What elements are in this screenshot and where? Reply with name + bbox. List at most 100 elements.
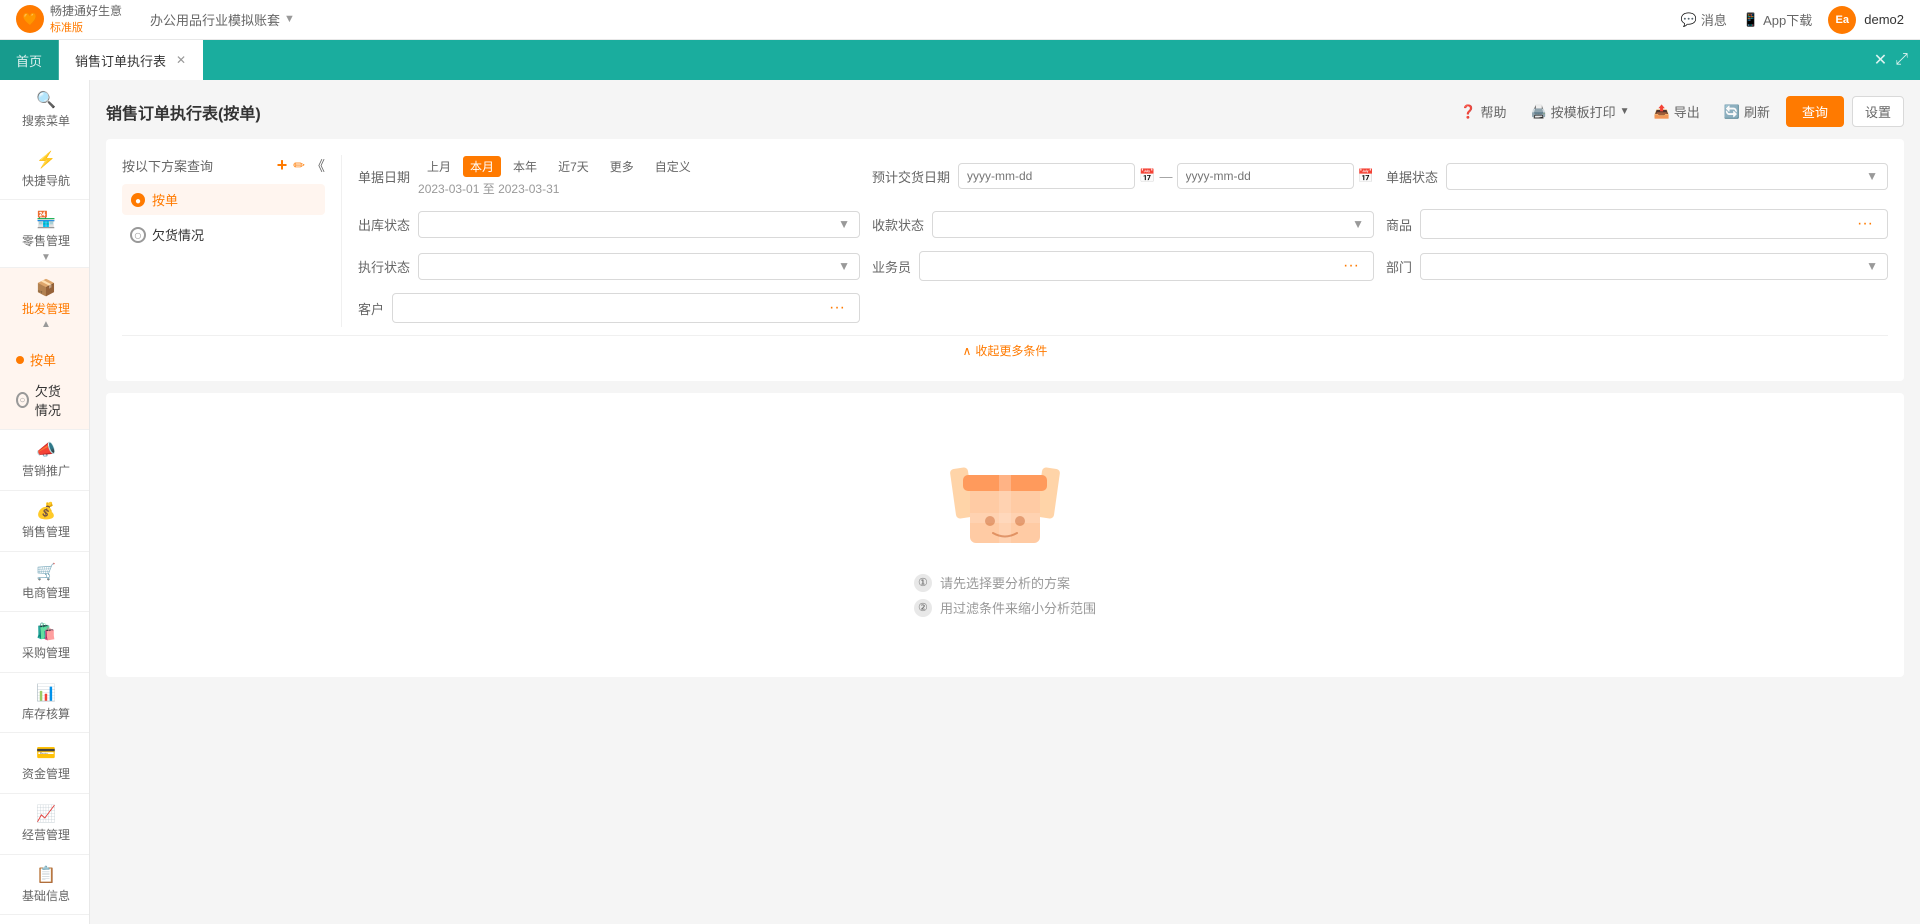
sidebar-section-marketing: 📣 营销推广 [0, 429, 89, 490]
refresh-icon: 🔄 [1724, 104, 1740, 120]
exec-status-label: 执行状态 [358, 257, 410, 276]
date-range-text: 2023-03-01 至 2023-03-31 [418, 180, 860, 197]
close-window-icon[interactable]: ✕ [1874, 50, 1887, 70]
tip-2-text: 用过滤条件来缩小分析范围 [940, 598, 1096, 617]
exec-status-select[interactable] [418, 253, 860, 280]
filter-sidebar-header: 按以下方案查询 + ✏ 《 [122, 155, 325, 176]
tab-home[interactable]: 首页 [0, 40, 59, 80]
page-content: 销售订单执行表(按单) ❓ 帮助 🖨️ 按模板打印 ▼ 📤 导出 [90, 80, 1920, 924]
sidebar-item-wholesale[interactable]: 📦 批发管理 ▲ [0, 268, 89, 341]
more-btn[interactable]: 更多 [601, 155, 643, 178]
expected-date-end[interactable] [1177, 163, 1354, 189]
settings-button[interactable]: 设置 [1852, 96, 1904, 127]
sidebar-item-retail[interactable]: 🏪 零售管理 ▼ [0, 200, 89, 267]
user-profile[interactable]: Ea demo2 [1828, 6, 1904, 34]
sidebar-item-label: 零售管理 [22, 234, 70, 250]
expected-date-start[interactable] [958, 163, 1135, 189]
tab-home-label: 首页 [16, 51, 42, 70]
sidebar-section-purchase: 🛍️ 采购管理 [0, 611, 89, 672]
exec-status-filter: 执行状态 ▼ [358, 253, 860, 280]
status-select-wrapper: ▼ [1446, 163, 1888, 190]
sidebar-item-label: 采购管理 [22, 646, 70, 662]
collection-status-label: 收款状态 [872, 215, 924, 234]
collapse-filter-button[interactable]: ∧ 收起更多条件 [122, 335, 1888, 365]
filter-panel: 按以下方案查询 + ✏ 《 ● 按单 [106, 139, 1904, 381]
product-more-button[interactable]: ··· [1853, 215, 1877, 233]
sidebar-item-purchase[interactable]: 🛍️ 采购管理 [0, 612, 89, 672]
tab-sales-order[interactable]: 销售订单执行表 ✕ [59, 40, 203, 80]
sidebar-item-basic-info[interactable]: 📋 基础信息 [0, 855, 89, 915]
sidebar-nav-label: 欠货情况 [35, 381, 73, 419]
custom-btn[interactable]: 自定义 [646, 155, 700, 178]
sidebar-nav-欠货情况[interactable]: ○ 欠货情况 [8, 375, 81, 425]
tab-sales-order-label: 销售订单执行表 [75, 51, 166, 70]
sidebar-item-system[interactable]: ⚙️ 系统管理 [0, 915, 89, 924]
last7-btn[interactable]: 近7天 [549, 155, 598, 178]
chevron-up-icon: ∧ [963, 344, 972, 358]
this-year-btn[interactable]: 本年 [504, 155, 546, 178]
dept-label: 部门 [1386, 257, 1412, 276]
status-select[interactable] [1446, 163, 1888, 190]
purchase-icon: 🛍️ [36, 622, 56, 642]
breadcrumb[interactable]: 办公用品行业模拟账套 ▼ [150, 10, 295, 29]
logo-text: 畅捷通好生意 [50, 4, 122, 18]
empty-tips: ① 请先选择要分析的方案 ② 用过滤条件来缩小分析范围 [914, 573, 1096, 617]
customer-input-wrapper[interactable]: ··· [392, 293, 860, 323]
sidebar-item-operations[interactable]: 📈 经营管理 [0, 794, 89, 854]
sidebar-item-label: 搜索菜单 [22, 114, 70, 130]
print-chevron-icon: ▼ [1620, 106, 1630, 117]
salesperson-input-wrapper[interactable]: ··· [919, 251, 1374, 281]
query-button[interactable]: 查询 [1786, 96, 1844, 127]
main-layout: 🔍 搜索菜单 ⚡ 快捷导航 🏪 零售管理 ▼ 📦 批发管理 ▲ [0, 80, 1920, 924]
date-filter-controls: 上月 本月 本年 近7天 更多 自定义 2023-03-01 至 2023-03… [418, 155, 860, 197]
search-icon: 🔍 [36, 90, 56, 110]
sidebar-section-sales-mgmt: 💰 销售管理 [0, 490, 89, 551]
sidebar-item-inventory[interactable]: 📊 库存核算 [0, 673, 89, 733]
sidebar-section-wholesale: 📦 批发管理 ▲ 按单 ○ 欠货情况 [0, 267, 89, 430]
this-month-btn[interactable]: 本月 [463, 156, 501, 177]
circle-icon: ○ [16, 392, 29, 408]
sidebar-item-sales-mgmt[interactable]: 💰 销售管理 [0, 491, 89, 551]
collection-status-filter: 收款状态 ▼ [872, 211, 1374, 238]
print-button[interactable]: 🖨️ 按模板打印 ▼ [1522, 98, 1637, 125]
collapse-sidebar-button[interactable]: 《 [311, 156, 325, 176]
dept-filter: 部门 ▼ [1386, 253, 1888, 280]
message-button[interactable]: 💬 消息 [1681, 10, 1727, 29]
product-input-wrapper[interactable]: ··· [1420, 209, 1888, 239]
sidebar: 🔍 搜索菜单 ⚡ 快捷导航 🏪 零售管理 ▼ 📦 批发管理 ▲ [0, 80, 90, 924]
salesperson-more-button[interactable]: ··· [1339, 257, 1363, 275]
collection-status-select[interactable] [932, 211, 1374, 238]
last-month-btn[interactable]: 上月 [418, 155, 460, 178]
export-button[interactable]: 📤 导出 [1646, 98, 1708, 125]
dept-select[interactable] [1420, 253, 1888, 280]
basic-info-icon: 📋 [36, 865, 56, 885]
close-icon[interactable]: ✕ [176, 53, 186, 67]
expected-date-range: 📅 — 📅 [958, 163, 1374, 189]
edit-scheme-button[interactable]: ✏ [293, 157, 305, 174]
scheme-item-欠货[interactable]: ○ 欠货情况 [122, 219, 325, 250]
tip-1-text: 请先选择要分析的方案 [940, 573, 1070, 592]
sidebar-item-finance[interactable]: 💳 资金管理 [0, 733, 89, 793]
sidebar-nav-按单[interactable]: 按单 [8, 344, 81, 375]
customer-label: 客户 [358, 299, 384, 318]
download-icon: 📱 [1743, 12, 1759, 28]
refresh-button[interactable]: 🔄 刷新 [1716, 98, 1778, 125]
chevron-up-icon: ▲ [41, 319, 51, 330]
sidebar-item-marketing[interactable]: 📣 营销推广 [0, 430, 89, 490]
expand-icon[interactable]: ⤢ [1895, 51, 1908, 69]
sidebar-item-ecom[interactable]: 🛒 电商管理 [0, 552, 89, 612]
top-header: 🧡 畅捷通好生意 标准版 办公用品行业模拟账套 ▼ 💬 消息 📱 App下载 E… [0, 0, 1920, 40]
logo-area: 🧡 畅捷通好生意 标准版 [16, 4, 122, 34]
dept-select-wrapper: ▼ [1420, 253, 1888, 280]
sidebar-item-quick-nav[interactable]: ⚡ 快捷导航 [0, 140, 89, 200]
avatar: Ea [1828, 6, 1856, 34]
sidebar-item-label: 电商管理 [22, 586, 70, 602]
stock-status-select[interactable] [418, 211, 860, 238]
app-download-button[interactable]: 📱 App下载 [1743, 10, 1812, 29]
help-button[interactable]: ❓ 帮助 [1452, 98, 1514, 125]
header-right: 💬 消息 📱 App下载 Ea demo2 [1681, 6, 1904, 34]
sidebar-item-search[interactable]: 🔍 搜索菜单 [0, 80, 89, 140]
customer-more-button[interactable]: ··· [825, 299, 849, 317]
add-scheme-button[interactable]: + [277, 155, 288, 176]
scheme-item-单[interactable]: ● 按单 [122, 184, 325, 215]
